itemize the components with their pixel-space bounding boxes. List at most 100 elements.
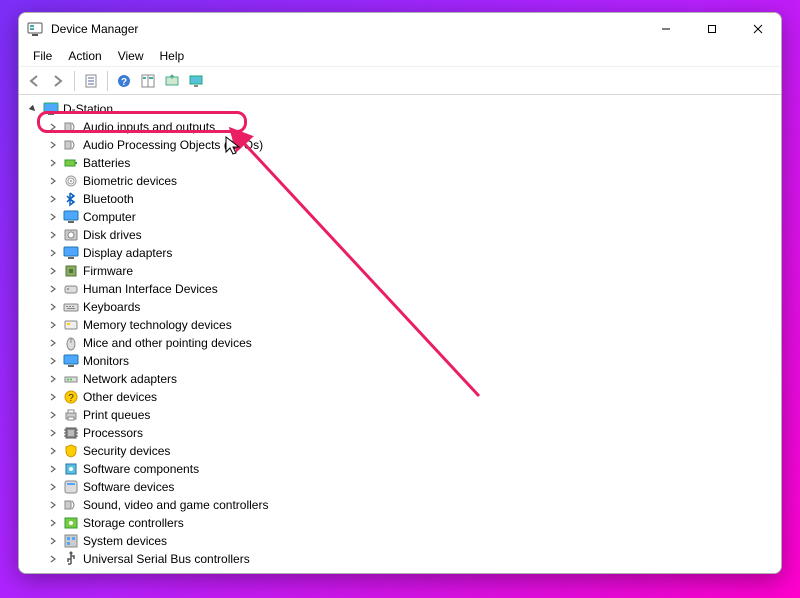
device-node-monitors[interactable]: Monitors [25, 352, 781, 370]
expand-icon[interactable] [47, 445, 59, 457]
device-label: Processors [83, 426, 143, 440]
printer-icon [63, 407, 79, 423]
device-node-disk-drives[interactable]: Disk drives [25, 226, 781, 244]
expand-icon[interactable] [47, 373, 59, 385]
tree-area: D-Station Audio inputs and outputs Audio … [19, 95, 781, 573]
battery-icon [63, 155, 79, 171]
device-node-audio-inputs-outputs[interactable]: Audio inputs and outputs [25, 118, 781, 136]
expand-icon[interactable] [47, 337, 59, 349]
expand-icon[interactable] [47, 319, 59, 331]
expand-icon[interactable] [47, 283, 59, 295]
view-button[interactable] [137, 70, 159, 92]
device-node-software-components[interactable]: Software components [25, 460, 781, 478]
expand-icon[interactable] [47, 535, 59, 547]
expand-icon[interactable] [47, 301, 59, 313]
expand-icon[interactable] [47, 481, 59, 493]
app-icon [27, 21, 43, 37]
device-node-usb-controllers[interactable]: Universal Serial Bus controllers [25, 550, 781, 568]
expand-icon[interactable] [47, 157, 59, 169]
expand-icon[interactable] [47, 553, 59, 565]
device-node-mice[interactable]: Mice and other pointing devices [25, 334, 781, 352]
device-node-sound-video-game[interactable]: Sound, video and game controllers [25, 496, 781, 514]
speaker-icon [63, 497, 79, 513]
back-button[interactable] [23, 70, 45, 92]
menu-view[interactable]: View [110, 47, 152, 65]
device-node-hid[interactable]: Human Interface Devices [25, 280, 781, 298]
device-node-display-adapters[interactable]: Display adapters [25, 244, 781, 262]
device-node-firmware[interactable]: Firmware [25, 262, 781, 280]
device-tree: D-Station Audio inputs and outputs Audio … [19, 96, 781, 572]
system-icon [63, 533, 79, 549]
cpu-icon [63, 425, 79, 441]
toolbar-separator [107, 71, 108, 91]
collapse-icon[interactable] [27, 103, 39, 115]
scan-button[interactable] [161, 70, 183, 92]
device-label: Keyboards [83, 300, 140, 314]
menu-action[interactable]: Action [60, 47, 109, 65]
device-node-print-queues[interactable]: Print queues [25, 406, 781, 424]
expand-icon[interactable] [47, 409, 59, 421]
device-node-bluetooth[interactable]: Bluetooth [25, 190, 781, 208]
device-node-other-devices[interactable]: ?Other devices [25, 388, 781, 406]
arrow-right-icon [51, 74, 65, 88]
expand-icon[interactable] [47, 121, 59, 133]
expand-icon[interactable] [47, 265, 59, 277]
device-label: Universal Serial Bus controllers [83, 552, 250, 566]
close-button[interactable] [735, 13, 781, 45]
tree-view-icon [141, 74, 155, 88]
device-node-audio-processing-objects[interactable]: Audio Processing Objects (APOs) [25, 136, 781, 154]
device-label: Print queues [83, 408, 150, 422]
device-label: Mice and other pointing devices [83, 336, 252, 350]
device-node-batteries[interactable]: Batteries [25, 154, 781, 172]
root-node[interactable]: D-Station [25, 100, 781, 118]
monitor-button[interactable] [185, 70, 207, 92]
expand-icon[interactable] [47, 427, 59, 439]
forward-button[interactable] [47, 70, 69, 92]
device-label: Firmware [83, 264, 133, 278]
expand-icon[interactable] [47, 229, 59, 241]
menu-file[interactable]: File [25, 47, 60, 65]
expand-icon[interactable] [47, 499, 59, 511]
expand-icon[interactable] [47, 355, 59, 367]
network-icon [63, 371, 79, 387]
expand-icon[interactable] [47, 463, 59, 475]
device-node-software-devices[interactable]: Software devices [25, 478, 781, 496]
toolbar-separator [74, 71, 75, 91]
device-node-processors[interactable]: Processors [25, 424, 781, 442]
maximize-button[interactable] [689, 13, 735, 45]
software-icon [63, 479, 79, 495]
device-node-memory-tech[interactable]: Memory technology devices [25, 316, 781, 334]
device-node-computer[interactable]: Computer [25, 208, 781, 226]
other-icon: ? [63, 389, 79, 405]
device-node-network-adapters[interactable]: Network adapters [25, 370, 781, 388]
tree-scroll[interactable]: D-Station Audio inputs and outputs Audio … [19, 96, 781, 573]
expand-icon[interactable] [47, 391, 59, 403]
device-node-keyboards[interactable]: Keyboards [25, 298, 781, 316]
device-node-storage-controllers[interactable]: Storage controllers [25, 514, 781, 532]
mouse-icon [63, 335, 79, 351]
device-label: Audio inputs and outputs [83, 120, 215, 134]
expand-icon[interactable] [47, 139, 59, 151]
expand-icon[interactable] [47, 175, 59, 187]
properties-button[interactable] [80, 70, 102, 92]
device-label: Monitors [83, 354, 129, 368]
expand-icon[interactable] [47, 247, 59, 259]
help-button[interactable]: ? [113, 70, 135, 92]
svg-text:?: ? [121, 77, 127, 88]
device-label: Security devices [83, 444, 170, 458]
device-node-security-devices[interactable]: Security devices [25, 442, 781, 460]
menu-help[interactable]: Help [152, 47, 193, 65]
device-node-biometric[interactable]: Biometric devices [25, 172, 781, 190]
expand-icon[interactable] [47, 193, 59, 205]
expand-icon[interactable] [47, 211, 59, 223]
root-label: D-Station [63, 102, 113, 116]
shield-icon [63, 443, 79, 459]
properties-icon [84, 74, 98, 88]
expand-icon[interactable] [47, 517, 59, 529]
hid-icon [63, 281, 79, 297]
device-node-system-devices[interactable]: System devices [25, 532, 781, 550]
monitor-icon [63, 245, 79, 261]
minimize-button[interactable] [643, 13, 689, 45]
device-label: Biometric devices [83, 174, 177, 188]
speaker-icon [63, 137, 79, 153]
